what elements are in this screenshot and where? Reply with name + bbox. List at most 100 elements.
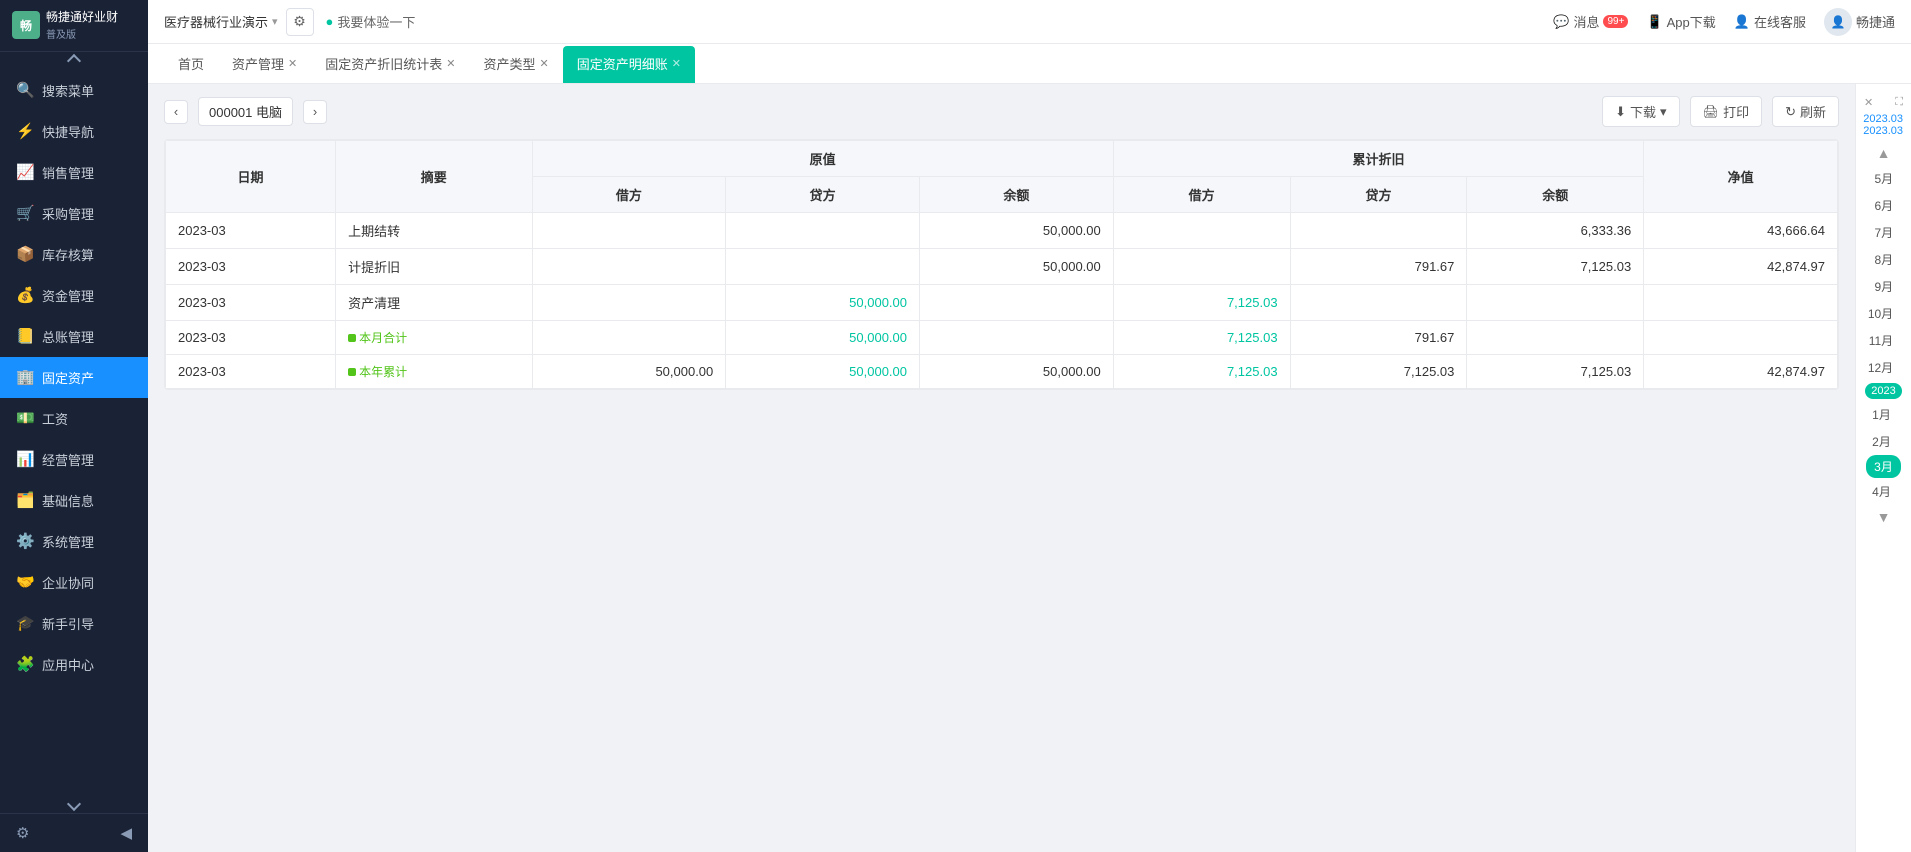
sidebar-item-salary[interactable]: 💵 工资 [0, 398, 148, 439]
sidebar-item-apps[interactable]: 🧩 应用中心 [0, 644, 148, 685]
cell-date: 2023-03 [166, 321, 336, 355]
right-panel-expand-button[interactable]: ⛶ [1895, 96, 1903, 109]
message-badge: 99+ [1603, 15, 1628, 28]
timeline-down-arrow[interactable]: ▼ [1873, 505, 1895, 529]
sidebar-item-guide[interactable]: 🎓 新手引导 [0, 603, 148, 644]
cell-date: 2023-03 [166, 285, 336, 321]
content-area: ‹ 000001 电脑 › ⬇ 下载 ▾ 🖨 打印 ↻ [148, 84, 1911, 852]
tab-depreciation-stat[interactable]: 固定资产折旧统计表 ✕ [311, 46, 469, 83]
tab-asset-detail-label: 固定资产明细账 [577, 54, 668, 73]
sidebar: 畅 畅捷通好业财 普及版 🔍 搜索菜单 ⚡ 快捷导航 📈 销售管理 🛒 采购管理… [0, 0, 148, 852]
avatar: 👤 [1824, 8, 1852, 36]
sidebar-item-ledger[interactable]: 📒 总账管理 [0, 316, 148, 357]
cell-orig-balance: 50,000.00 [920, 355, 1114, 389]
sidebar-item-label: 经营管理 [42, 450, 94, 469]
settings-icon[interactable]: ⚙ [16, 824, 29, 842]
tab-asset-detail[interactable]: 固定资产明细账 ✕ [563, 46, 695, 83]
col-original-value: 原值 [532, 141, 1113, 177]
message-button[interactable]: 💬 消息 99+ [1553, 12, 1628, 31]
cell-summary: 计提折旧 [336, 249, 532, 285]
cell-summary: 资产清理 [336, 285, 532, 321]
gear-icon: ⚙ [293, 13, 306, 30]
tab-home[interactable]: 首页 [164, 46, 218, 83]
system-icon: ⚙️ [16, 532, 34, 550]
sidebar-item-sales[interactable]: 📈 销售管理 [0, 152, 148, 193]
sidebar-item-label: 应用中心 [42, 655, 94, 674]
timeline-month-item[interactable]: 11月 [1864, 327, 1903, 354]
download-chevron-icon: ▾ [1660, 104, 1667, 120]
tab-depreciation-stat-close[interactable]: ✕ [446, 57, 455, 70]
timeline-month-item[interactable]: 4月 [1866, 478, 1901, 505]
timeline-month-item[interactable]: 8月 [1864, 246, 1903, 273]
timeline-year-badge: 2023 [1865, 383, 1901, 399]
collapse-icon[interactable]: ◀ [120, 824, 132, 842]
tab-asset-type-close[interactable]: ✕ [540, 57, 549, 70]
username-label: 畅捷通 [1856, 12, 1895, 31]
ops-icon: 📊 [16, 450, 34, 468]
sidebar-item-system[interactable]: ⚙️ 系统管理 [0, 521, 148, 562]
sidebar-item-inventory[interactable]: 📦 库存核算 [0, 234, 148, 275]
timeline-month-item[interactable]: 9月 [1864, 273, 1903, 300]
timeline-month-item[interactable]: 12月 [1864, 354, 1903, 381]
cell-net-value: 43,666.64 [1644, 213, 1838, 249]
topbar-settings-button[interactable]: ⚙ [286, 8, 314, 36]
timeline-month-item[interactable]: 3月 [1866, 455, 1901, 478]
timeline-month-item[interactable]: 1月 [1866, 401, 1901, 428]
user-button[interactable]: 👤 畅捷通 [1824, 8, 1895, 36]
cell-net-value: 42,874.97 [1644, 249, 1838, 285]
experience-button[interactable]: ● 我要体验一下 [326, 12, 416, 31]
topbar: 医疗器械行业演示 ▾ ⚙ ● 我要体验一下 💬 消息 99+ 📱 App下载 👤… [148, 0, 1911, 44]
table-row: 2023-03 资产清理 50,000.00 7,125.03 [166, 285, 1838, 321]
customer-service-button[interactable]: 👤 在线客服 [1734, 12, 1806, 31]
table-row: 2023-03 上期结转 50,000.00 6,333.36 43,666.6… [166, 213, 1838, 249]
sidebar-scroll-down[interactable] [67, 797, 81, 811]
table-row: 2023-03 计提折旧 50,000.00 791.67 7,125.03 4… [166, 249, 1838, 285]
main-area: 医疗器械行业演示 ▾ ⚙ ● 我要体验一下 💬 消息 99+ 📱 App下载 👤… [148, 0, 1911, 852]
sidebar-item-label: 库存核算 [42, 245, 94, 264]
sidebar-item-search[interactable]: 🔍 搜索菜单 [0, 70, 148, 111]
content-toolbar: ‹ 000001 电脑 › ⬇ 下载 ▾ 🖨 打印 ↻ [164, 96, 1839, 127]
sidebar-item-capital[interactable]: 💰 资金管理 [0, 275, 148, 316]
tab-asset-detail-close[interactable]: ✕ [672, 57, 681, 70]
cell-net-value: 42,874.97 [1644, 355, 1838, 389]
right-panel-close-button[interactable]: ✕ [1864, 96, 1873, 109]
app-download-button[interactable]: 📱 App下载 [1646, 12, 1715, 31]
tab-asset-mgmt-close[interactable]: ✕ [288, 57, 297, 70]
experience-label: 我要体验一下 [337, 12, 415, 31]
message-label: 消息 [1573, 12, 1599, 31]
timeline-date-top: 2023.03 [1856, 113, 1911, 125]
refresh-label: 刷新 [1800, 102, 1826, 121]
timeline-month-item[interactable]: 7月 [1864, 219, 1903, 246]
timeline-month-item[interactable]: 6月 [1864, 192, 1903, 219]
download-button[interactable]: ⬇ 下载 ▾ [1602, 96, 1679, 127]
sidebar-item-fixed-assets[interactable]: 🏢 固定资产 [0, 357, 148, 398]
sidebar-item-purchase[interactable]: 🛒 采购管理 [0, 193, 148, 234]
col-orig-balance: 余额 [920, 177, 1114, 213]
cell-orig-credit: 50,000.00 [726, 285, 920, 321]
sidebar-scroll-up[interactable] [67, 54, 81, 68]
tab-asset-mgmt[interactable]: 资产管理 ✕ [218, 46, 311, 83]
cell-summary: 上期结转 [336, 213, 532, 249]
company-chevron-icon: ▾ [272, 15, 278, 28]
fixed-assets-icon: 🏢 [16, 368, 34, 386]
next-asset-button[interactable]: › [303, 100, 327, 124]
refresh-button[interactable]: ↻ 刷新 [1772, 96, 1839, 127]
download-icon: ⬇ [1615, 104, 1626, 120]
summary-text: 上期结转 [348, 224, 400, 239]
sidebar-item-base[interactable]: 🗂️ 基础信息 [0, 480, 148, 521]
timeline-month-item[interactable]: 10月 [1864, 300, 1903, 327]
timeline-month-item[interactable]: 2月 [1866, 428, 1901, 455]
company-selector[interactable]: 医疗器械行业演示 ▾ [164, 12, 278, 31]
prev-asset-button[interactable]: ‹ [164, 100, 188, 124]
sidebar-item-ops[interactable]: 📊 经营管理 [0, 439, 148, 480]
sales-icon: 📈 [16, 163, 34, 181]
col-orig-debit: 借方 [532, 177, 726, 213]
cell-summary: 本月合计 [336, 321, 532, 355]
sidebar-item-coop[interactable]: 🤝 企业协同 [0, 562, 148, 603]
print-button[interactable]: 🖨 打印 [1690, 96, 1763, 127]
cell-date: 2023-03 [166, 213, 336, 249]
sidebar-item-quicknav[interactable]: ⚡ 快捷导航 [0, 111, 148, 152]
timeline-month-item[interactable]: 5月 [1864, 165, 1903, 192]
timeline-up-arrow[interactable]: ▲ [1873, 141, 1895, 165]
tab-asset-type[interactable]: 资产类型 ✕ [469, 46, 562, 83]
